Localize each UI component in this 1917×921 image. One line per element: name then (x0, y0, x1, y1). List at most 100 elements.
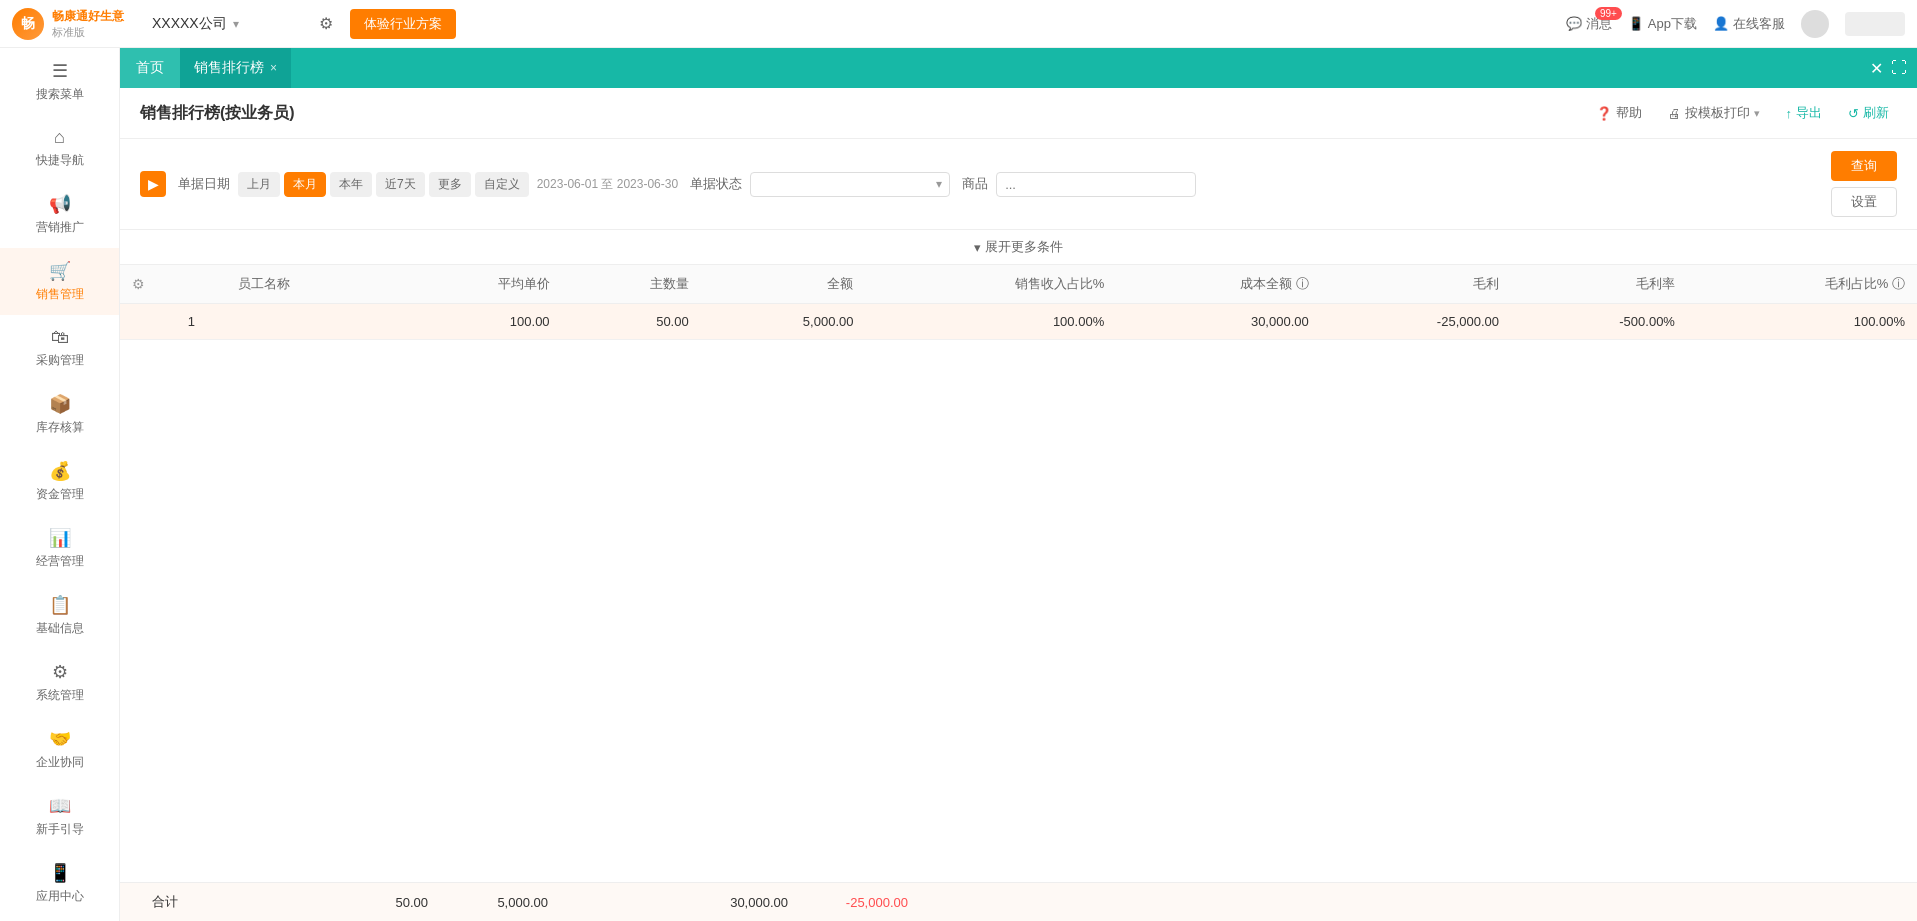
th-profit-rate: 毛利率 (1511, 265, 1687, 304)
sidebar-item-search[interactable]: ☰ 搜索菜单 (0, 48, 119, 115)
sidebar-label-finance: 资金管理 (36, 486, 84, 503)
tab-window-close-icon[interactable]: ✕ (1870, 59, 1883, 78)
date-buttons: 上月 本月 本年 近7天 更多 自定义 (238, 172, 529, 197)
th-name: 员工名称 (226, 265, 394, 304)
sidebar-item-basics[interactable]: 📋 基础信息 (0, 582, 119, 649)
th-avg-price: 平均单价 (394, 265, 562, 304)
sidebar-item-inventory[interactable]: 📦 库存核算 (0, 381, 119, 448)
td-profit: -25,000.00 (1321, 304, 1511, 340)
sidebar-label-guide: 新手引导 (36, 821, 84, 838)
apps-icon: 📱 (49, 862, 71, 884)
footer-profit: -25,000.00 (800, 895, 920, 910)
goods-label: 商品 (962, 175, 988, 193)
avatar[interactable] (1801, 10, 1829, 38)
footer-qty: 50.00 (340, 895, 440, 910)
status-select-wrapper: ▾ (750, 172, 950, 197)
status-select[interactable] (750, 172, 950, 197)
sidebar-label-collab: 企业协同 (36, 754, 84, 771)
sidebar-item-wechat[interactable]: 💬 企业微信 (0, 917, 119, 921)
th-profit-pct: 毛利占比% ⓘ (1687, 265, 1917, 304)
trial-button[interactable]: 体验行业方案 (350, 9, 456, 39)
date-label: 单据日期 (178, 175, 230, 193)
operations-icon: 📊 (49, 527, 71, 549)
td-rank: 1 (157, 304, 226, 340)
date-filter-group: 单据日期 上月 本月 本年 近7天 更多 自定义 2023-06-01 至 20… (178, 172, 678, 197)
query-button[interactable]: 查询 (1831, 151, 1897, 181)
collab-icon: 🤝 (49, 728, 71, 750)
export-button[interactable]: ↑ 导出 (1778, 100, 1831, 126)
filter-toggle-button[interactable]: ▶ (140, 171, 166, 197)
app-logo: 畅 (12, 8, 44, 40)
date-btn-7days[interactable]: 近7天 (376, 172, 425, 197)
sidebar-item-system[interactable]: ⚙ 系统管理 (0, 649, 119, 716)
app-download-button[interactable]: 📱 App下载 (1628, 15, 1697, 33)
table-footer: 合计 50.00 5,000.00 30,000.00 -25,000.00 (120, 882, 1917, 921)
company-selector[interactable]: XXXXX公司 ▾ (152, 15, 312, 33)
td-avg-price: 100.00 (394, 304, 562, 340)
th-amount: 全额 (701, 265, 866, 304)
goods-input[interactable] (996, 172, 1196, 197)
th-rank (157, 265, 226, 304)
query-settings-btns: 查询 设置 (1831, 151, 1897, 217)
marketing-icon: 📢 (49, 193, 71, 215)
table-header-row: ⚙ 员工名称 平均单价 主数量 全额 销售收入占比% 成本全额 ⓘ (120, 265, 1917, 304)
sidebar-label-apps: 应用中心 (36, 888, 84, 905)
sidebar: ☰ 搜索菜单 ⌂ 快捷导航 📢 营销推广 🛒 销售管理 🛍 采购管理 📦 库存核… (0, 48, 120, 921)
status-filter-group: 单据状态 ▾ (690, 172, 950, 197)
main-layout: ☰ 搜索菜单 ⌂ 快捷导航 📢 营销推广 🛒 销售管理 🛍 采购管理 📦 库存核… (0, 48, 1917, 921)
basics-icon: 📋 (49, 594, 71, 616)
data-table: ⚙ 员工名称 平均单价 主数量 全额 销售收入占比% 成本全额 ⓘ (120, 265, 1917, 340)
tab-close-icon[interactable]: × (270, 61, 277, 75)
sidebar-item-collab[interactable]: 🤝 企业协同 (0, 716, 119, 783)
date-btn-more[interactable]: 更多 (429, 172, 471, 197)
sidebar-item-sales[interactable]: 🛒 销售管理 (0, 248, 119, 315)
service-icon: 👤 (1713, 16, 1729, 31)
sidebar-item-operations[interactable]: 📊 经营管理 (0, 515, 119, 582)
message-icon: 💬 (1566, 16, 1582, 31)
sidebar-item-finance[interactable]: 💰 资金管理 (0, 448, 119, 515)
print-icon: 🖨 (1668, 106, 1681, 121)
th-sales-pct: 销售收入占比% (865, 265, 1116, 304)
sidebar-item-apps[interactable]: 📱 应用中心 (0, 850, 119, 917)
td-amount: 5,000.00 (701, 304, 866, 340)
tab-home[interactable]: 首页 (120, 48, 180, 88)
sidebar-label-marketing: 营销推广 (36, 219, 84, 236)
date-btn-custom[interactable]: 自定义 (475, 172, 529, 197)
footer-label: 合计 (140, 893, 340, 911)
th-qty: 主数量 (562, 265, 701, 304)
settings-icon[interactable]: ⚙ (312, 10, 340, 38)
chevron-down-icon: ▾ (233, 17, 239, 31)
print-chevron-icon: ▾ (1754, 107, 1760, 120)
help-button[interactable]: ❓ 帮助 (1588, 100, 1650, 126)
tab-sales-ranking[interactable]: 销售排行榜 × (180, 48, 291, 88)
refresh-button[interactable]: ↺ 刷新 (1840, 100, 1897, 126)
td-sales-pct: 100.00% (865, 304, 1116, 340)
col-settings-icon[interactable]: ⚙ (132, 276, 145, 292)
message-button[interactable]: 💬 消息 99+ (1566, 15, 1612, 33)
print-button[interactable]: 🖨 按模板打印 ▾ (1660, 100, 1768, 126)
date-btn-this-month[interactable]: 本月 (284, 172, 326, 197)
status-label: 单据状态 (690, 175, 742, 193)
td-cost: 30,000.00 (1116, 304, 1321, 340)
sidebar-item-marketing[interactable]: 📢 营销推广 (0, 181, 119, 248)
help-icon: ❓ (1596, 106, 1612, 121)
guide-icon: 📖 (49, 795, 71, 817)
table-row: 1 100.00 50.00 5,000.00 100.00% 30,000.0… (120, 304, 1917, 340)
filter-and-table: ▶ 单据日期 上月 本月 本年 近7天 更多 自定义 2023-06-01 至 … (120, 139, 1917, 921)
date-btn-last-month[interactable]: 上月 (238, 172, 280, 197)
page-title: 销售排行榜(按业务员) (140, 103, 295, 124)
expand-more-button[interactable]: ▾ 展开更多条件 (966, 236, 1071, 258)
sidebar-item-purchase[interactable]: 🛍 采购管理 (0, 315, 119, 381)
finance-icon: 💰 (49, 460, 71, 482)
page-content: 销售排行榜(按业务员) ❓ 帮助 🖨 按模板打印 ▾ ↑ 导出 (120, 88, 1917, 921)
online-service-button[interactable]: 👤 在线客服 (1713, 15, 1785, 33)
sidebar-item-nav[interactable]: ⌂ 快捷导航 (0, 115, 119, 181)
top-right-actions: 💬 消息 99+ 📱 App下载 👤 在线客服 (1566, 10, 1905, 38)
tab-expand-icon[interactable]: ⛶ (1891, 59, 1907, 77)
date-btn-this-year[interactable]: 本年 (330, 172, 372, 197)
th-profit: 毛利 (1321, 265, 1511, 304)
home-icon: ⌂ (54, 127, 65, 148)
sidebar-item-guide[interactable]: 📖 新手引导 (0, 783, 119, 850)
settings-button[interactable]: 设置 (1831, 187, 1897, 217)
system-icon: ⚙ (52, 661, 68, 683)
